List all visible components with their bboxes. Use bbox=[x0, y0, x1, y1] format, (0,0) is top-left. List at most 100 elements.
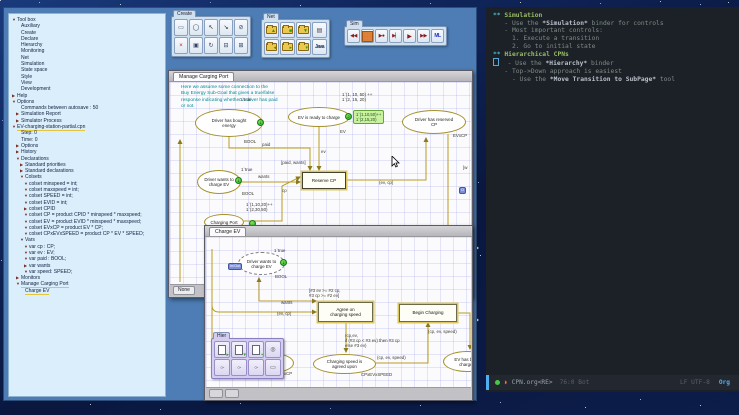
hierarchy-palette: Hier ▸ ▾ ▪ ◎ ○- ○- ○- ▭ bbox=[211, 332, 284, 379]
tree-item-label: colset EV = product EVID * minspeed * ma… bbox=[29, 218, 142, 225]
page-accent-icon: ▸ bbox=[226, 352, 229, 358]
ellipse-tool[interactable]: ◯ bbox=[189, 19, 203, 36]
clone-tool[interactable]: ▣ bbox=[189, 37, 203, 54]
transition-reserve-cp[interactable]: Reserve CP bbox=[302, 172, 346, 189]
print-net-button[interactable]: ▤ bbox=[312, 22, 327, 38]
transition-agree-on-charging-speed[interactable]: Agree on charging speed bbox=[318, 302, 373, 322]
mouse-cursor bbox=[391, 156, 400, 168]
tree-item-label: View bbox=[21, 79, 32, 86]
net-label: wants bbox=[281, 300, 293, 305]
net-label: BOOL bbox=[275, 274, 288, 279]
place-ev-is-ready-to-charge[interactable]: EV is ready to charge bbox=[288, 107, 350, 127]
tree-item-label: Declarations bbox=[21, 155, 49, 162]
net-label: BOOL bbox=[244, 139, 257, 144]
tab-manage-carging-port[interactable]: Manage Carging Port bbox=[173, 72, 235, 81]
terminal-text: - Most important controls: bbox=[493, 27, 603, 35]
delete-tool[interactable]: × bbox=[174, 37, 188, 54]
folder-icon: ▲ bbox=[266, 25, 277, 34]
page-accent-icon: ▾ bbox=[243, 352, 246, 358]
place-charging-speed-agreed[interactable]: Charging speed is agreed upon bbox=[313, 354, 376, 374]
folder-icon: ▸ bbox=[282, 42, 293, 51]
tree-item-label: Simulation Report bbox=[21, 111, 61, 118]
save-in-java-button[interactable]: Java bbox=[312, 39, 327, 55]
hier-palette-title: Hier bbox=[213, 332, 231, 339]
net-label: 1`true bbox=[241, 167, 253, 172]
move-to-subpage-button[interactable]: ▸ bbox=[214, 341, 230, 358]
play-to-stop-button[interactable]: ▶▏ bbox=[389, 29, 402, 43]
fusion-set-3-button[interactable]: ○- bbox=[248, 359, 264, 376]
evaluate-ml-button[interactable]: ML bbox=[431, 29, 444, 43]
net-label: cp bbox=[282, 188, 287, 193]
folder-accent-icon: ▼ bbox=[303, 28, 308, 34]
terminal-text: Simulation bbox=[500, 12, 543, 19]
tree-item-label: Create bbox=[21, 29, 37, 36]
align-vertical-tool[interactable]: ⊞ bbox=[234, 37, 248, 54]
tree-item-label: var cp : CP; bbox=[29, 243, 56, 250]
new-net-button[interactable]: ■ bbox=[280, 22, 295, 38]
play-button[interactable]: ▶ bbox=[403, 29, 416, 43]
stop-button[interactable] bbox=[361, 29, 374, 43]
rewind-button[interactable]: ◀◀ bbox=[347, 29, 360, 43]
tree-item-label: History bbox=[21, 149, 37, 156]
arc-tool[interactable]: ↘ bbox=[219, 19, 233, 36]
net-label: EVxCP bbox=[453, 133, 468, 138]
current-marking-box: 1`(1,10,50)++ 1`(2,15,20) bbox=[353, 110, 385, 124]
terminal-line: - Top->Down approach is easiest bbox=[493, 68, 739, 76]
tree-item-label: colset minspeed = int; bbox=[29, 180, 78, 187]
terminal-text: - Use the bbox=[493, 19, 543, 27]
rotate-tool[interactable]: ↻ bbox=[204, 37, 218, 54]
tree-item-label: Help bbox=[17, 92, 28, 99]
folder-accent-icon: ▲ bbox=[271, 28, 276, 34]
align-horizontal-tool[interactable]: ⊟ bbox=[219, 37, 233, 54]
page-icon: ▪ bbox=[252, 344, 263, 357]
tree-item-label: colset CPID bbox=[29, 205, 56, 212]
tree-item-label: colset EVID = int; bbox=[29, 199, 68, 206]
save-as-button[interactable]: ▸ bbox=[280, 39, 295, 55]
transition-begin-charging[interactable]: Begin Charging bbox=[399, 304, 457, 322]
save-net-button[interactable]: ▼ bbox=[296, 22, 311, 38]
fusion-set-2-button[interactable]: ○- bbox=[231, 359, 247, 376]
bottom-tab-stub[interactable] bbox=[209, 389, 223, 398]
page-icon: ▸ bbox=[218, 344, 229, 358]
net-label: (cp, ev, speed) bbox=[428, 329, 457, 334]
net-label: [w bbox=[463, 165, 468, 170]
select-tool[interactable]: ↖ bbox=[204, 19, 218, 36]
net-label: [paid, wants] bbox=[281, 160, 306, 165]
single-step-button[interactable]: ▶● bbox=[375, 29, 388, 43]
binder-bottom-bar bbox=[206, 387, 471, 399]
net-label: (ev, cp) bbox=[277, 311, 292, 316]
create-palette: Create ▭ ◯ ↖ ↘ ⊘ × ▣ ↻ ⊟ ⊞ bbox=[171, 10, 251, 57]
emacs-cursor bbox=[493, 58, 499, 67]
tree-item[interactable]: Charge EV bbox=[9, 287, 165, 295]
tab-charge-ev[interactable]: Charge EV bbox=[209, 227, 247, 236]
place-tool[interactable]: ▭ bbox=[174, 19, 188, 36]
emacs-org-window[interactable]: ** Simulation - Use the *Simulation* bin… bbox=[486, 7, 739, 392]
load-net-button[interactable]: ▲ bbox=[264, 22, 279, 38]
replace-by-subpage-button[interactable]: ▾ bbox=[231, 341, 247, 358]
terminal-line: - Use the *Simulation* binder for contro… bbox=[493, 20, 739, 28]
tree-item-label: var speed: SPEED; bbox=[29, 268, 73, 275]
fusion-set-1-button[interactable]: ○- bbox=[214, 359, 230, 376]
folder-icon: ■ bbox=[282, 25, 293, 34]
port-type-button[interactable]: ◎ bbox=[265, 341, 281, 358]
bottom-tab-stub[interactable] bbox=[225, 389, 239, 398]
open-net-button[interactable]: ◂ bbox=[264, 39, 279, 55]
major-mode-indicator[interactable]: Org bbox=[719, 379, 730, 387]
bottom-tab-none[interactable]: None bbox=[173, 286, 195, 295]
fast-forward-button[interactable]: ▶▶ bbox=[417, 29, 430, 43]
terminal-text: *Move Transition to SubPage* bbox=[549, 75, 657, 83]
terminal-text: ** bbox=[493, 50, 501, 58]
export-net-button[interactable]: ▾ bbox=[296, 39, 311, 55]
place-driver-has-bought-energy[interactable]: Driver has bought energy bbox=[195, 109, 263, 137]
tree-item-label: var ev : EV; bbox=[29, 249, 55, 256]
folder-accent-icon: ▸ bbox=[289, 45, 292, 51]
folder-accent-icon: ■ bbox=[288, 28, 292, 34]
terminal-text: *Hierarchy* bbox=[545, 60, 588, 68]
place-driver-has-reserved-cp[interactable]: Driver has reserved CP bbox=[402, 110, 466, 134]
assign-port-button[interactable]: ▪ bbox=[248, 341, 264, 358]
tree-item-label: Time: 0 bbox=[21, 136, 38, 143]
tag-position-button[interactable]: ▭ bbox=[265, 359, 281, 376]
aux-tool[interactable]: ⊘ bbox=[234, 19, 248, 36]
tree-item-label: Standard declarations bbox=[25, 168, 74, 175]
place-driver-wants-to-charge-ev-port[interactable]: Driver wants to charge EV bbox=[238, 252, 285, 275]
